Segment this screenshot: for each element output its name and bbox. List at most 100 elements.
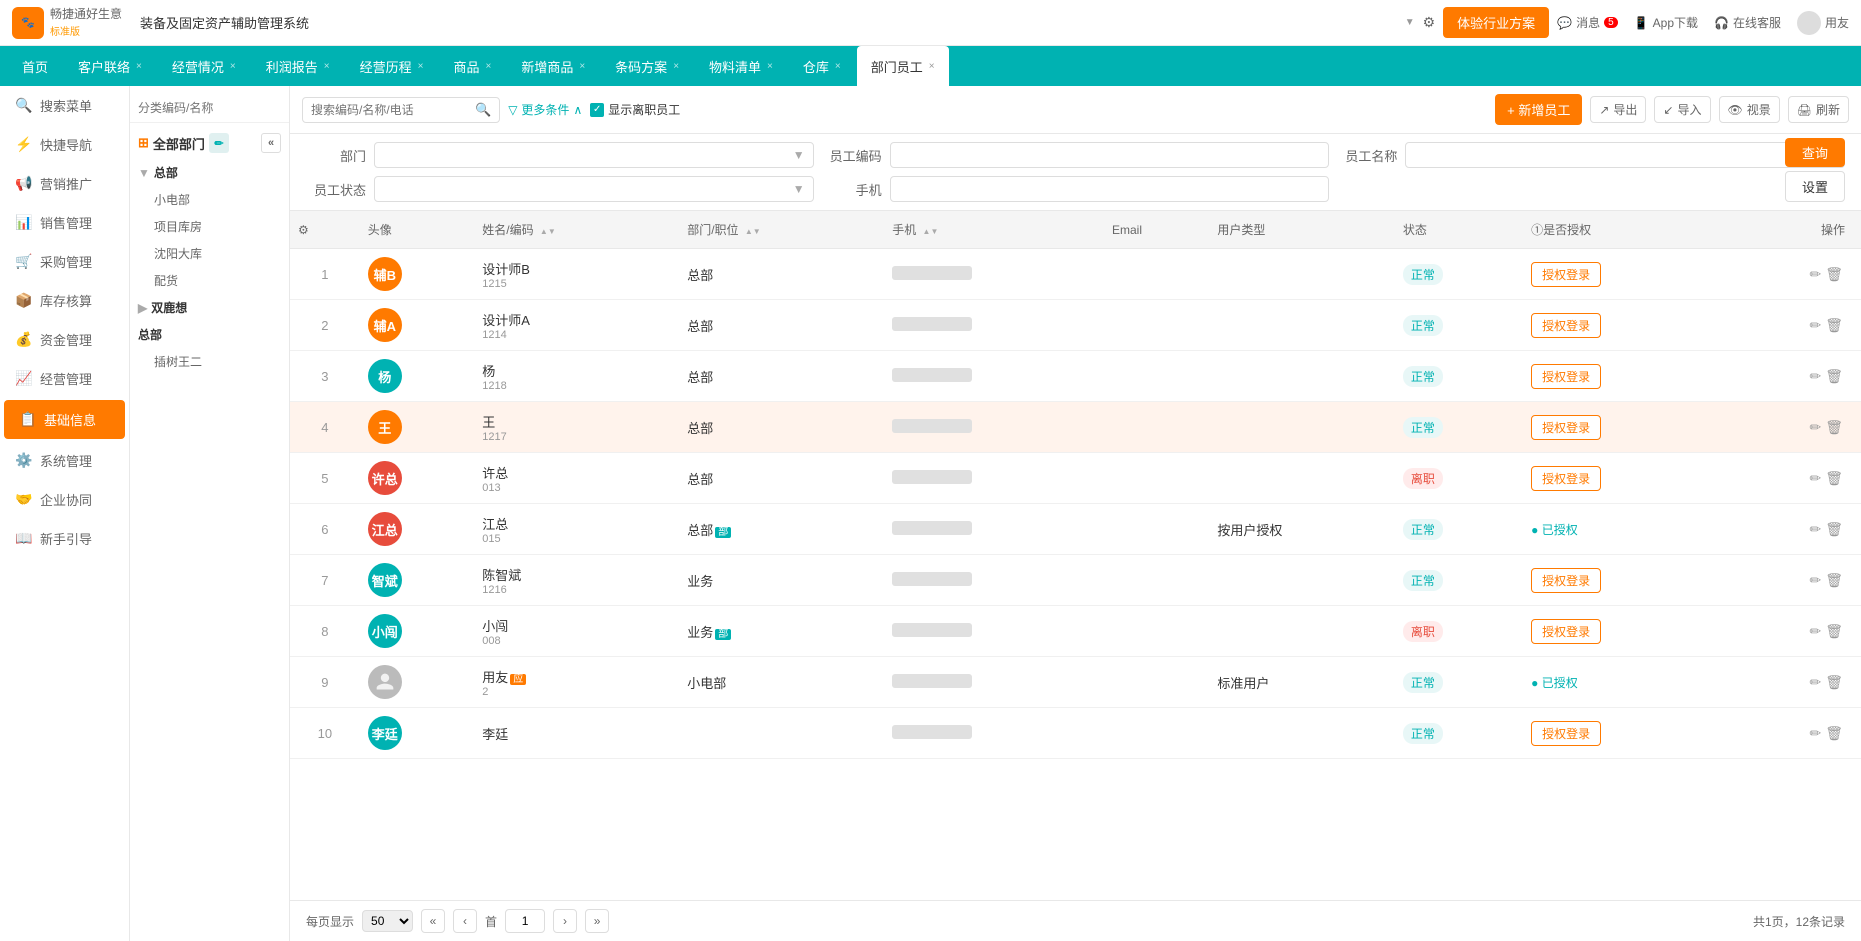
dept-item-project[interactable]: 项目库房 (130, 213, 289, 240)
sidebar-item-purchase[interactable]: 🛒 采购管理 (0, 242, 129, 281)
dept-item-small-elec[interactable]: 小电部 (130, 186, 289, 213)
auth-login-btn[interactable]: 授权登录 (1531, 313, 1601, 338)
edit-btn[interactable]: ✏ (1809, 674, 1821, 690)
delete-btn[interactable]: 🗑 (1825, 470, 1843, 486)
col-name[interactable]: 姓名/编码 ▲▼ (474, 211, 679, 249)
tab-warehouse[interactable]: 仓库 × (789, 46, 855, 86)
tab-history[interactable]: 经营历程 × (346, 46, 438, 86)
sidebar-item-finance[interactable]: 💰 资金管理 (0, 320, 129, 359)
search-input[interactable] (311, 103, 471, 117)
delete-btn[interactable]: 🗑 (1825, 317, 1843, 333)
page-number-input[interactable] (505, 909, 545, 933)
delete-btn[interactable]: 🗑 (1825, 521, 1843, 537)
tab-add-goods[interactable]: 新增商品 × (507, 46, 599, 86)
delete-btn[interactable]: 🗑 (1825, 419, 1843, 435)
tab-close-profit[interactable]: × (324, 61, 330, 72)
all-dept-label[interactable]: 全部部门 (153, 134, 205, 153)
sidebar-item-system[interactable]: ⚙️ 系统管理 (0, 441, 129, 480)
tab-close-business[interactable]: × (230, 61, 236, 72)
print-btn[interactable]: 🖨 刷新 (1788, 96, 1849, 123)
edit-btn[interactable]: ✏ (1809, 419, 1821, 435)
sidebar-item-sales[interactable]: 📊 销售管理 (0, 203, 129, 242)
tab-close-history[interactable]: × (418, 61, 424, 72)
prev-page-btn[interactable]: ‹ (453, 909, 477, 933)
more-filter-btn[interactable]: ▽ 更多条件 ∧ (508, 101, 582, 118)
col-phone[interactable]: 手机 ▲▼ (884, 211, 1104, 249)
sidebar-item-basic[interactable]: 📋 基础信息 (4, 400, 125, 439)
view-btn[interactable]: 👁 视景 (1719, 96, 1780, 123)
last-page-btn[interactable]: » (585, 909, 609, 933)
delete-btn[interactable]: 🗑 (1825, 674, 1843, 690)
tab-bom[interactable]: 物料清单 × (695, 46, 787, 86)
tab-close-bom[interactable]: × (767, 61, 773, 72)
tab-close-customer[interactable]: × (136, 61, 142, 72)
delete-btn[interactable]: 🗑 (1825, 266, 1843, 282)
tab-profit[interactable]: 利润报告 × (252, 46, 344, 86)
edit-btn[interactable]: ✏ (1809, 317, 1821, 333)
show-resigned-checkbox[interactable]: ✓ (590, 103, 604, 117)
tab-goods[interactable]: 商品 × (439, 46, 505, 86)
set-btn[interactable]: 设置 (1785, 171, 1845, 202)
app-download-btn[interactable]: 📱 App下载 (1634, 14, 1698, 31)
query-btn[interactable]: 查询 (1785, 138, 1845, 167)
dept-group-head2[interactable]: 总部 (130, 321, 289, 348)
tab-close-add-goods[interactable]: × (579, 61, 585, 72)
sidebar-item-quick[interactable]: ⚡ 快捷导航 (0, 125, 129, 164)
next-page-btn[interactable]: › (553, 909, 577, 933)
filter-empname-input[interactable] (1405, 142, 1845, 168)
auth-login-btn[interactable]: 授权登录 (1531, 364, 1601, 389)
dept-edit-btn[interactable]: ✏ (209, 133, 229, 153)
auth-login-btn[interactable]: 授权登录 (1531, 619, 1601, 644)
try-button[interactable]: 体验行业方案 (1443, 7, 1549, 38)
tab-close-goods[interactable]: × (485, 61, 491, 72)
col-settings[interactable]: ⚙ (290, 211, 360, 249)
edit-btn[interactable]: ✏ (1809, 725, 1821, 741)
filter-empcode-input[interactable] (890, 142, 1330, 168)
edit-btn[interactable]: ✏ (1809, 266, 1821, 282)
tab-close-barcode[interactable]: × (673, 61, 679, 72)
edit-btn[interactable]: ✏ (1809, 368, 1821, 384)
import-btn[interactable]: ↙ 导入 (1654, 96, 1710, 123)
first-page-btn[interactable]: « (421, 909, 445, 933)
system-title-dropdown[interactable]: ▼ (1405, 17, 1415, 28)
tab-close-dept[interactable]: × (929, 61, 935, 72)
export-btn[interactable]: ↗ 导出 (1590, 96, 1646, 123)
delete-btn[interactable]: 🗑 (1825, 572, 1843, 588)
sidebar-item-guide[interactable]: 📖 新手引导 (0, 519, 129, 558)
sidebar-item-marketing[interactable]: 📢 营销推广 (0, 164, 129, 203)
dept-group-head[interactable]: ▼ 总部 (130, 159, 289, 186)
auth-login-btn[interactable]: 授权登录 (1531, 721, 1601, 746)
tab-barcode[interactable]: 条码方案 × (601, 46, 693, 86)
dept-group-shuangluxiang[interactable]: ▶ 双鹿想 (130, 294, 289, 321)
tab-business[interactable]: 经营情况 × (158, 46, 250, 86)
dept-search-input[interactable] (138, 101, 290, 115)
filter-phone-input[interactable] (890, 176, 1330, 202)
sidebar-item-operations[interactable]: 📈 经营管理 (0, 359, 129, 398)
settings-icon[interactable]: ⚙ (1423, 14, 1436, 31)
filter-dept-select[interactable]: ▼ (374, 142, 814, 168)
message-btn[interactable]: 💬 消息 5 (1557, 14, 1618, 31)
online-service-btn[interactable]: 🎧 在线客服 (1714, 14, 1781, 31)
per-page-select[interactable]: 50 100 (362, 910, 413, 932)
auth-login-btn[interactable]: 授权登录 (1531, 262, 1601, 287)
auth-login-btn[interactable]: 授权登录 (1531, 415, 1601, 440)
sidebar-item-collab[interactable]: 🤝 企业协同 (0, 480, 129, 519)
delete-btn[interactable]: 🗑 (1825, 368, 1843, 384)
edit-btn[interactable]: ✏ (1809, 572, 1821, 588)
sidebar-item-search[interactable]: 🔍 搜索菜单 (0, 86, 129, 125)
user-btn[interactable]: 用友 (1797, 11, 1849, 35)
edit-btn[interactable]: ✏ (1809, 521, 1821, 537)
tab-dept-employee[interactable]: 部门员工 × (857, 46, 949, 86)
col-dept[interactable]: 部门/职位 ▲▼ (679, 211, 884, 249)
filter-status-select[interactable]: ▼ (374, 176, 814, 202)
auth-login-btn[interactable]: 授权登录 (1531, 466, 1601, 491)
dept-collapse-btn[interactable]: « (261, 133, 281, 153)
edit-btn[interactable]: ✏ (1809, 623, 1821, 639)
tab-customer[interactable]: 客户联络 × (64, 46, 156, 86)
search-icon[interactable]: 🔍 (475, 102, 491, 118)
sidebar-item-inventory[interactable]: 📦 库存核算 (0, 281, 129, 320)
auth-login-btn[interactable]: 授权登录 (1531, 568, 1601, 593)
dept-item-shenyang[interactable]: 沈阳大库 (130, 240, 289, 267)
dept-item-delivery[interactable]: 配货 (130, 267, 289, 294)
tab-home[interactable]: 首页 (8, 46, 62, 86)
